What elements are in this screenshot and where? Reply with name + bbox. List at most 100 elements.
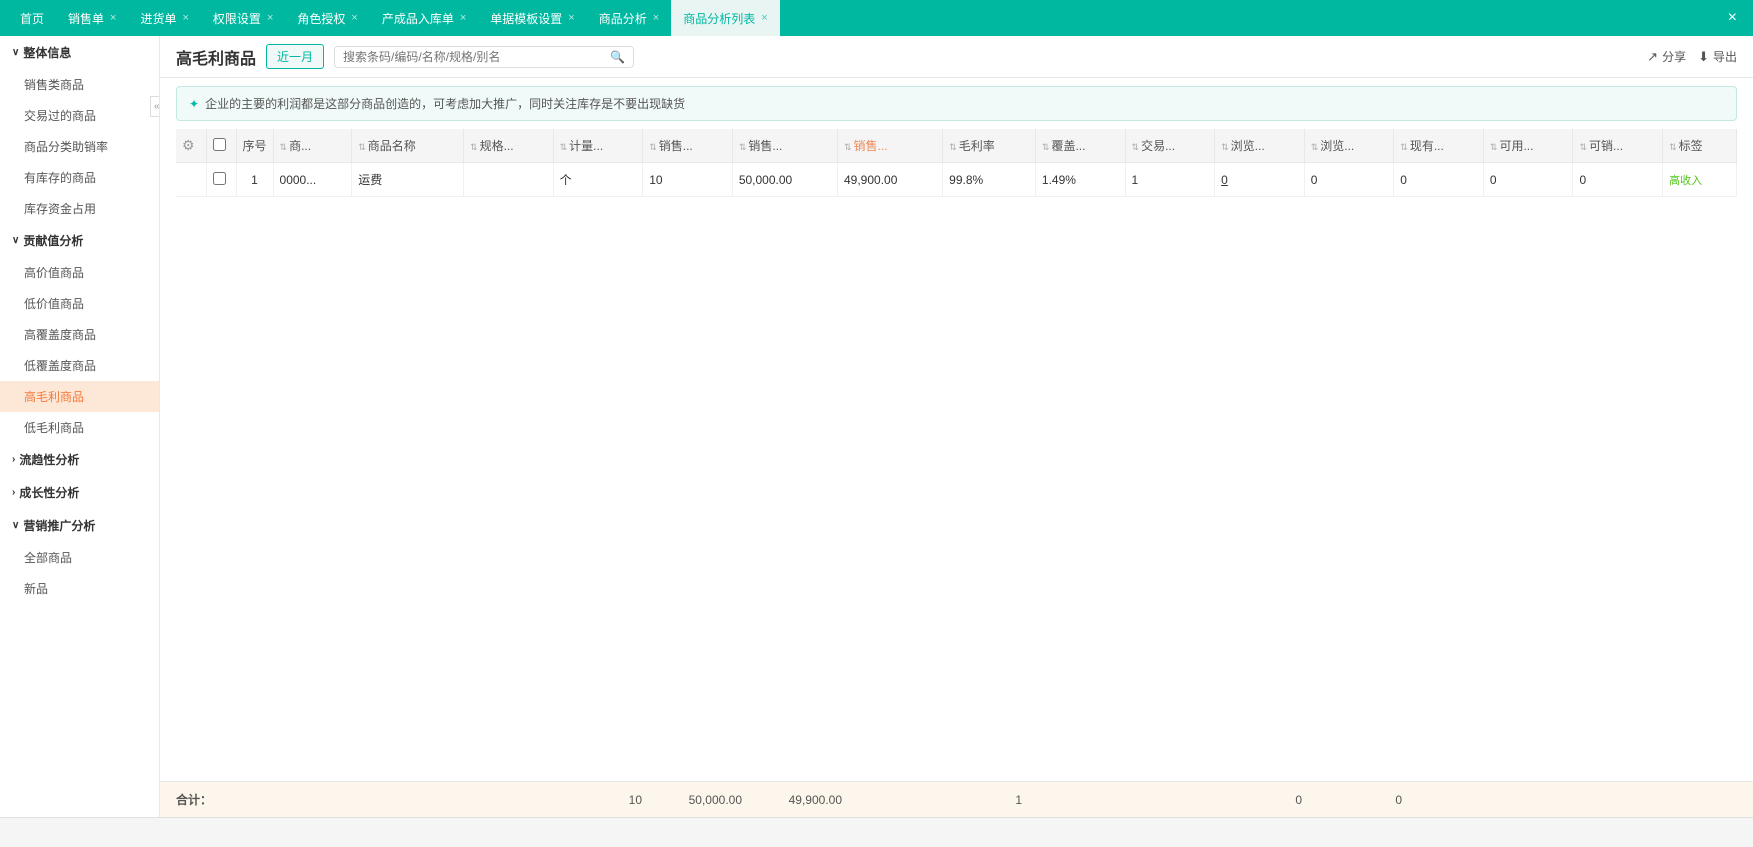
col-transaction[interactable]: ⇅交易...	[1125, 129, 1215, 163]
close-tab-purchase[interactable]: ×	[182, 12, 188, 24]
sort-availablestock-icon: ⇅	[1490, 142, 1498, 152]
sort-currentstock-icon: ⇅	[1400, 142, 1408, 152]
col-name[interactable]: ⇅商品名称	[352, 129, 464, 163]
sidebar-group-overall-items: 销售类商品 交易过的商品 商品分类助销率 有库存的商品 库存资金占用	[0, 69, 159, 224]
col-spec[interactable]: ⇅规格...	[464, 129, 554, 163]
sidebar-group-contribution[interactable]: ∨ 贡献值分析	[0, 224, 159, 257]
footer-label: 合计：	[176, 791, 212, 808]
group-growth-arrow: ›	[12, 487, 15, 498]
col-gross-margin[interactable]: ⇅毛利率	[943, 129, 1036, 163]
row-sales-qty: 10	[643, 163, 733, 197]
sidebar-item-stock-capital[interactable]: 库存资金占用	[0, 193, 159, 224]
data-table: ⚙ 序号 ⇅商... ⇅商品名称 ⇅规格...	[176, 129, 1737, 197]
sidebar-group-marketing[interactable]: ∨ 营销推广分析	[0, 509, 159, 542]
content-header: 高毛利商品 近一月 🔍 ↗ 分享 ⬇ 导出	[160, 36, 1753, 78]
sidebar-item-high-margin[interactable]: 高毛利商品	[0, 381, 159, 412]
select-all-checkbox[interactable]	[213, 138, 226, 151]
sidebar-item-low-value[interactable]: 低价值商品	[0, 288, 159, 319]
close-tab-inbound[interactable]: ×	[460, 12, 466, 24]
sidebar-item-all-goods[interactable]: 全部商品	[0, 542, 159, 573]
row-current-stock: 0	[1394, 163, 1484, 197]
sidebar-item-high-value[interactable]: 高价值商品	[0, 257, 159, 288]
close-tab-permission[interactable]: ×	[267, 12, 273, 24]
footer-available-stock: 0	[1322, 793, 1402, 807]
table-row: 1 0000... 运费 个 10 50,000.00 49,900.00 99…	[176, 163, 1737, 197]
col-sales-amt[interactable]: ⇅销售...	[732, 129, 837, 163]
close-tab-analysis[interactable]: ×	[653, 12, 659, 24]
tab-template-settings[interactable]: 单据模板设置 ×	[478, 0, 586, 36]
col-settings[interactable]: ⚙	[176, 129, 206, 163]
table-body: 1 0000... 运费 个 10 50,000.00 49,900.00 99…	[176, 163, 1737, 197]
tab-sales-order[interactable]: 销售单 ×	[56, 0, 128, 36]
footer-sales-amt: 50,000.00	[662, 793, 742, 807]
page-title: 高毛利商品	[176, 45, 256, 69]
sort-browse1-icon: ⇅	[1221, 142, 1229, 152]
sidebar-item-new-goods[interactable]: 新品	[0, 573, 159, 604]
sidebar: ∨ 整体信息 销售类商品 交易过的商品 商品分类助销率 有库存的商品 库存资金占…	[0, 36, 160, 817]
tab-product-analysis-list[interactable]: 商品分析列表 ×	[671, 0, 779, 36]
col-browse2[interactable]: ⇅浏览...	[1304, 129, 1394, 163]
row-browse1[interactable]: 0	[1215, 163, 1305, 197]
row-checkbox[interactable]	[206, 163, 236, 197]
tab-purchase-order[interactable]: 进货单 ×	[128, 0, 200, 36]
col-checkbox	[206, 129, 236, 163]
sort-tag-icon: ⇅	[1669, 142, 1677, 152]
sidebar-group-overall[interactable]: ∨ 整体信息	[0, 36, 159, 69]
sort-transaction-icon: ⇅	[1132, 142, 1140, 152]
sidebar-group-trend[interactable]: › 流趋性分析	[0, 443, 159, 476]
content-area: 高毛利商品 近一月 🔍 ↗ 分享 ⬇ 导出 ✦ 企业的主要的利润都是这部分商品创…	[160, 36, 1753, 817]
close-tab-role[interactable]: ×	[351, 12, 357, 24]
sidebar-item-low-coverage[interactable]: 低覆盖度商品	[0, 350, 159, 381]
group-marketing-arrow: ∨	[12, 520, 19, 531]
col-sales-profit[interactable]: ⇅销售...	[837, 129, 942, 163]
close-tab-analysis-list[interactable]: ×	[761, 12, 767, 24]
col-available-stock[interactable]: ⇅可用...	[1483, 129, 1573, 163]
sidebar-collapse-button[interactable]: «	[150, 96, 160, 117]
row-settings	[176, 163, 206, 197]
col-sales-qty[interactable]: ⇅销售...	[643, 129, 733, 163]
sidebar-item-high-coverage[interactable]: 高覆盖度商品	[0, 319, 159, 350]
header-actions: ↗ 分享 ⬇ 导出	[1647, 48, 1737, 65]
sort-spec-icon: ⇅	[470, 142, 478, 152]
close-all-tabs[interactable]: ×	[1720, 5, 1745, 31]
row-coverage: 1.49%	[1035, 163, 1125, 197]
tab-product-inbound[interactable]: 产成品入库单 ×	[370, 0, 478, 36]
sidebar-item-category-rate[interactable]: 商品分类助销率	[0, 131, 159, 162]
row-unit: 个	[553, 163, 643, 197]
settings-icon[interactable]: ⚙	[182, 137, 195, 153]
sidebar-item-low-margin[interactable]: 低毛利商品	[0, 412, 159, 443]
close-tab-template[interactable]: ×	[568, 12, 574, 24]
close-tab-sales-order[interactable]: ×	[110, 12, 116, 24]
col-coverage[interactable]: ⇅覆盖...	[1035, 129, 1125, 163]
sidebar-group-growth[interactable]: › 成长性分析	[0, 476, 159, 509]
sidebar-item-sales-goods[interactable]: 销售类商品	[0, 69, 159, 100]
tab-product-analysis[interactable]: 商品分析 ×	[587, 0, 671, 36]
col-tag[interactable]: ⇅标签	[1663, 129, 1737, 163]
col-salable-stock[interactable]: ⇅可销...	[1573, 129, 1663, 163]
row-transaction: 1	[1125, 163, 1215, 197]
bottom-scrollbar[interactable]	[0, 817, 1753, 829]
tab-permission-settings[interactable]: 权限设置 ×	[201, 0, 285, 36]
tab-home[interactable]: 首页	[8, 0, 56, 36]
search-input[interactable]	[343, 50, 610, 64]
filter-recent-month-button[interactable]: 近一月	[266, 44, 324, 69]
tab-role-auth[interactable]: 角色授权 ×	[285, 0, 369, 36]
sidebar-item-traded-goods[interactable]: 交易过的商品	[0, 100, 159, 131]
group-overall-arrow: ∨	[12, 47, 19, 58]
top-navigation: 首页 销售单 × 进货单 × 权限设置 × 角色授权 × 产成品入库单 × 单据…	[0, 0, 1753, 36]
search-icon[interactable]: 🔍	[610, 50, 625, 64]
sidebar-item-stock-goods[interactable]: 有库存的商品	[0, 162, 159, 193]
col-browse1[interactable]: ⇅浏览...	[1215, 129, 1305, 163]
row-spec	[464, 163, 554, 197]
export-button[interactable]: ⬇ 导出	[1698, 48, 1737, 65]
col-code[interactable]: ⇅商...	[273, 129, 352, 163]
row-code: 0000...	[273, 163, 352, 197]
footer-bar: 合计： 10 50,000.00 49,900.00 1 0 0	[160, 781, 1753, 817]
col-current-stock[interactable]: ⇅现有...	[1394, 129, 1484, 163]
sort-grossmargin-icon: ⇅	[949, 142, 957, 152]
row-sales-profit: 49,900.00	[837, 163, 942, 197]
group-trend-arrow: ›	[12, 454, 15, 465]
share-button[interactable]: ↗ 分享	[1647, 48, 1686, 65]
col-unit[interactable]: ⇅计量...	[553, 129, 643, 163]
sidebar-group-marketing-items: 全部商品 新品	[0, 542, 159, 604]
